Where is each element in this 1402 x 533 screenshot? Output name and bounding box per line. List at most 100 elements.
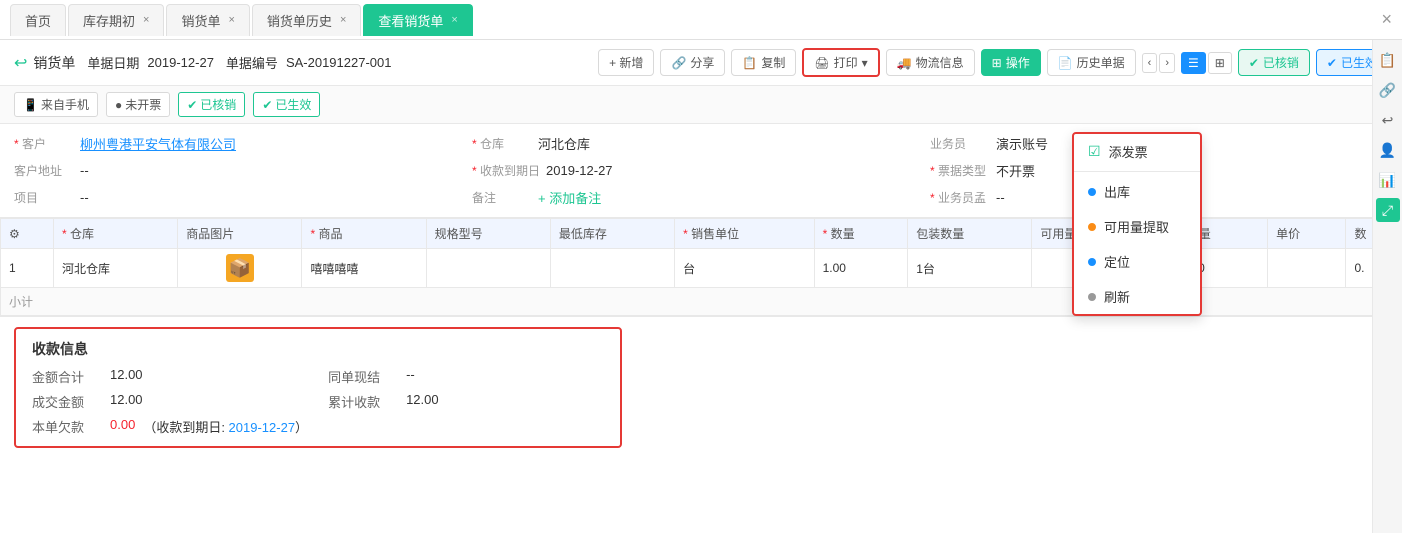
staff-label: 业务员孟 bbox=[930, 189, 990, 206]
cell-min-stock bbox=[550, 249, 674, 288]
dropdown-item-available[interactable]: 可用量提取 bbox=[1074, 209, 1200, 244]
due-date-label: 收款到期日 bbox=[472, 162, 540, 179]
new-button[interactable]: + 新增 bbox=[598, 49, 654, 76]
address-row: 客户地址 -- bbox=[14, 161, 472, 180]
cell-spec bbox=[426, 249, 550, 288]
history-button[interactable]: 📄 历史单据 bbox=[1047, 49, 1136, 76]
tab-close-inventory[interactable]: × bbox=[143, 14, 149, 26]
share-button[interactable]: 🔗 分享 bbox=[660, 49, 725, 76]
col-pkg-qty: 包装数量 bbox=[908, 219, 1032, 249]
payment-grid: 金额合计 12.00 同单现结 -- 成交金额 12.00 累计收款 12.00… bbox=[32, 367, 604, 436]
doc-title: ↩ 销货单 bbox=[14, 53, 75, 73]
product-image: 📦 bbox=[226, 254, 254, 282]
cell-image: 📦 bbox=[178, 249, 302, 288]
col-min-stock: 最低库存 bbox=[550, 219, 674, 249]
total-amount-label: 金额合计 bbox=[32, 367, 102, 386]
history-icon: 📄 bbox=[1058, 56, 1073, 70]
sidebar-icon-1[interactable]: 📋 bbox=[1376, 48, 1400, 72]
confirmed-button[interactable]: ✔ 已生效 bbox=[253, 92, 320, 117]
plus-icon: + bbox=[538, 191, 546, 206]
logistics-button[interactable]: 🚚 物流信息 bbox=[886, 49, 975, 76]
dropdown-separator-1 bbox=[1074, 171, 1200, 172]
col-warehouse: * 仓库 bbox=[54, 219, 178, 249]
right-sidebar: 📋 🔗 ↩ 👤 📊 ⤢ bbox=[1372, 40, 1402, 533]
tab-sales-history[interactable]: 销货单历史 × bbox=[252, 4, 361, 36]
prev-button[interactable]: ‹ bbox=[1142, 53, 1158, 73]
col-product: * 商品 bbox=[302, 219, 426, 249]
cell-product: 嘻嘻嘻嘻 bbox=[302, 249, 426, 288]
total-amount-value: 12.00 bbox=[110, 367, 143, 386]
deal-amount-row: 成交金额 12.00 bbox=[32, 392, 308, 411]
dropdown-item-refresh[interactable]: 刷新 bbox=[1074, 279, 1200, 314]
sub-toolbar: 📱 来自手机 ● 未开票 ✔ 已核销 ✔ 已生效 bbox=[0, 86, 1402, 124]
no-label: 单据编号 bbox=[226, 53, 278, 72]
sidebar-icon-6[interactable]: ⤢ bbox=[1376, 198, 1400, 222]
print-icon: 🖨 bbox=[814, 56, 829, 70]
payment-card: 收款信息 金额合计 12.00 同单现结 -- 成交金额 12.00 累计收款 … bbox=[14, 327, 622, 448]
doc-type-label: 销货单 bbox=[33, 53, 75, 73]
project-label: 项目 bbox=[14, 189, 74, 206]
ticket-value: 不开票 bbox=[996, 161, 1035, 180]
copy-icon: 📋 bbox=[742, 56, 757, 70]
arrears-row: 本单欠款 0.00 （收款到期日: 2019-12-27） bbox=[32, 417, 308, 436]
project-value: -- bbox=[80, 190, 89, 205]
copy-button[interactable]: 📋 复制 bbox=[731, 49, 796, 76]
next-button[interactable]: › bbox=[1159, 53, 1175, 73]
total-amount-row: 金额合计 12.00 bbox=[32, 367, 308, 386]
customer-label: 客户 bbox=[14, 135, 74, 152]
doc-header: ↩ 销货单 单据日期 2019-12-27 单据编号 SA-20191227-0… bbox=[0, 40, 1402, 86]
due-date-row: 收款到期日 2019-12-27 bbox=[472, 161, 930, 180]
window-close-button[interactable]: × bbox=[1381, 9, 1392, 30]
toolbar: + 新增 🔗 分享 📋 复制 🖨 打印 ▾ 🚚 物流信息 bbox=[598, 48, 1388, 77]
dropdown-item-locate[interactable]: 定位 bbox=[1074, 244, 1200, 279]
print-button-wrap: 🖨 打印 ▾ bbox=[802, 48, 879, 77]
confirmed-icon: ✔ bbox=[262, 98, 272, 112]
check-icon-voided: ✔ bbox=[1249, 56, 1259, 70]
tab-close-sales-history[interactable]: × bbox=[340, 14, 346, 26]
deal-amount-value: 12.00 bbox=[110, 392, 143, 411]
from-phone-button[interactable]: 📱 来自手机 bbox=[14, 92, 98, 117]
employee-label: 业务员 bbox=[930, 135, 990, 152]
customer-row: 客户 柳州粤港平安气体有限公司 bbox=[14, 134, 472, 153]
logistics-icon: 🚚 bbox=[897, 56, 912, 70]
operate-button[interactable]: ⊞ 操作 bbox=[981, 49, 1041, 76]
view-grid-button[interactable]: ⊞ bbox=[1208, 52, 1232, 74]
view-list-button[interactable]: ☰ bbox=[1181, 52, 1206, 74]
employee-value: 演示账号 bbox=[996, 134, 1048, 153]
status-voided-button[interactable]: ✔ 已核销 bbox=[1238, 49, 1310, 76]
deal-amount-label: 成交金额 bbox=[32, 392, 102, 411]
sidebar-icon-2[interactable]: 🔗 bbox=[1376, 78, 1400, 102]
dot-icon-available bbox=[1088, 223, 1096, 231]
add-remark-button[interactable]: + 添加备注 bbox=[538, 188, 601, 207]
cumulative-label: 累计收款 bbox=[328, 392, 398, 411]
phone-icon: 📱 bbox=[23, 98, 38, 112]
sidebar-icon-5[interactable]: 📊 bbox=[1376, 168, 1400, 192]
col-spec: 规格型号 bbox=[426, 219, 550, 249]
view-toggle: ☰ ⊞ bbox=[1181, 52, 1232, 74]
warehouse-label: 仓库 bbox=[472, 135, 532, 152]
cell-unit-price bbox=[1268, 249, 1346, 288]
same-order-value: -- bbox=[406, 367, 415, 386]
warehouse-row: 仓库 河北仓库 bbox=[472, 134, 930, 153]
tab-close-view-sales[interactable]: × bbox=[451, 14, 457, 26]
cumulative-row: 累计收款 12.00 bbox=[328, 392, 604, 411]
dropdown-item-add-invoice[interactable]: ☑ 添发票 bbox=[1074, 134, 1200, 169]
print-dropdown-arrow: ▾ bbox=[862, 56, 868, 70]
remark-row: 备注 + 添加备注 bbox=[472, 188, 930, 207]
sidebar-icon-4[interactable]: 👤 bbox=[1376, 138, 1400, 162]
dropdown-item-ship[interactable]: 出库 bbox=[1074, 174, 1200, 209]
tab-view-sales[interactable]: 查看销货单 × bbox=[363, 4, 472, 36]
tab-close-sales[interactable]: × bbox=[228, 14, 234, 26]
warehouse-value: 河北仓库 bbox=[538, 134, 590, 153]
doc-no-meta: 单据编号 SA-20191227-001 bbox=[226, 53, 392, 72]
print-button[interactable]: 🖨 打印 ▾ bbox=[802, 48, 879, 77]
payment-title: 收款信息 bbox=[32, 339, 604, 359]
customer-value[interactable]: 柳州粤港平安气体有限公司 bbox=[80, 134, 236, 153]
sidebar-icon-3[interactable]: ↩ bbox=[1376, 108, 1400, 132]
tab-sales[interactable]: 销货单 × bbox=[166, 4, 249, 36]
unopened-button[interactable]: ● 未开票 bbox=[106, 92, 170, 117]
col-settings[interactable]: ⚙ bbox=[1, 219, 54, 249]
confirm-button[interactable]: ✔ 已核销 bbox=[178, 92, 245, 117]
tab-inventory[interactable]: 库存期初 × bbox=[68, 4, 164, 36]
tab-home[interactable]: 首页 bbox=[10, 4, 66, 36]
